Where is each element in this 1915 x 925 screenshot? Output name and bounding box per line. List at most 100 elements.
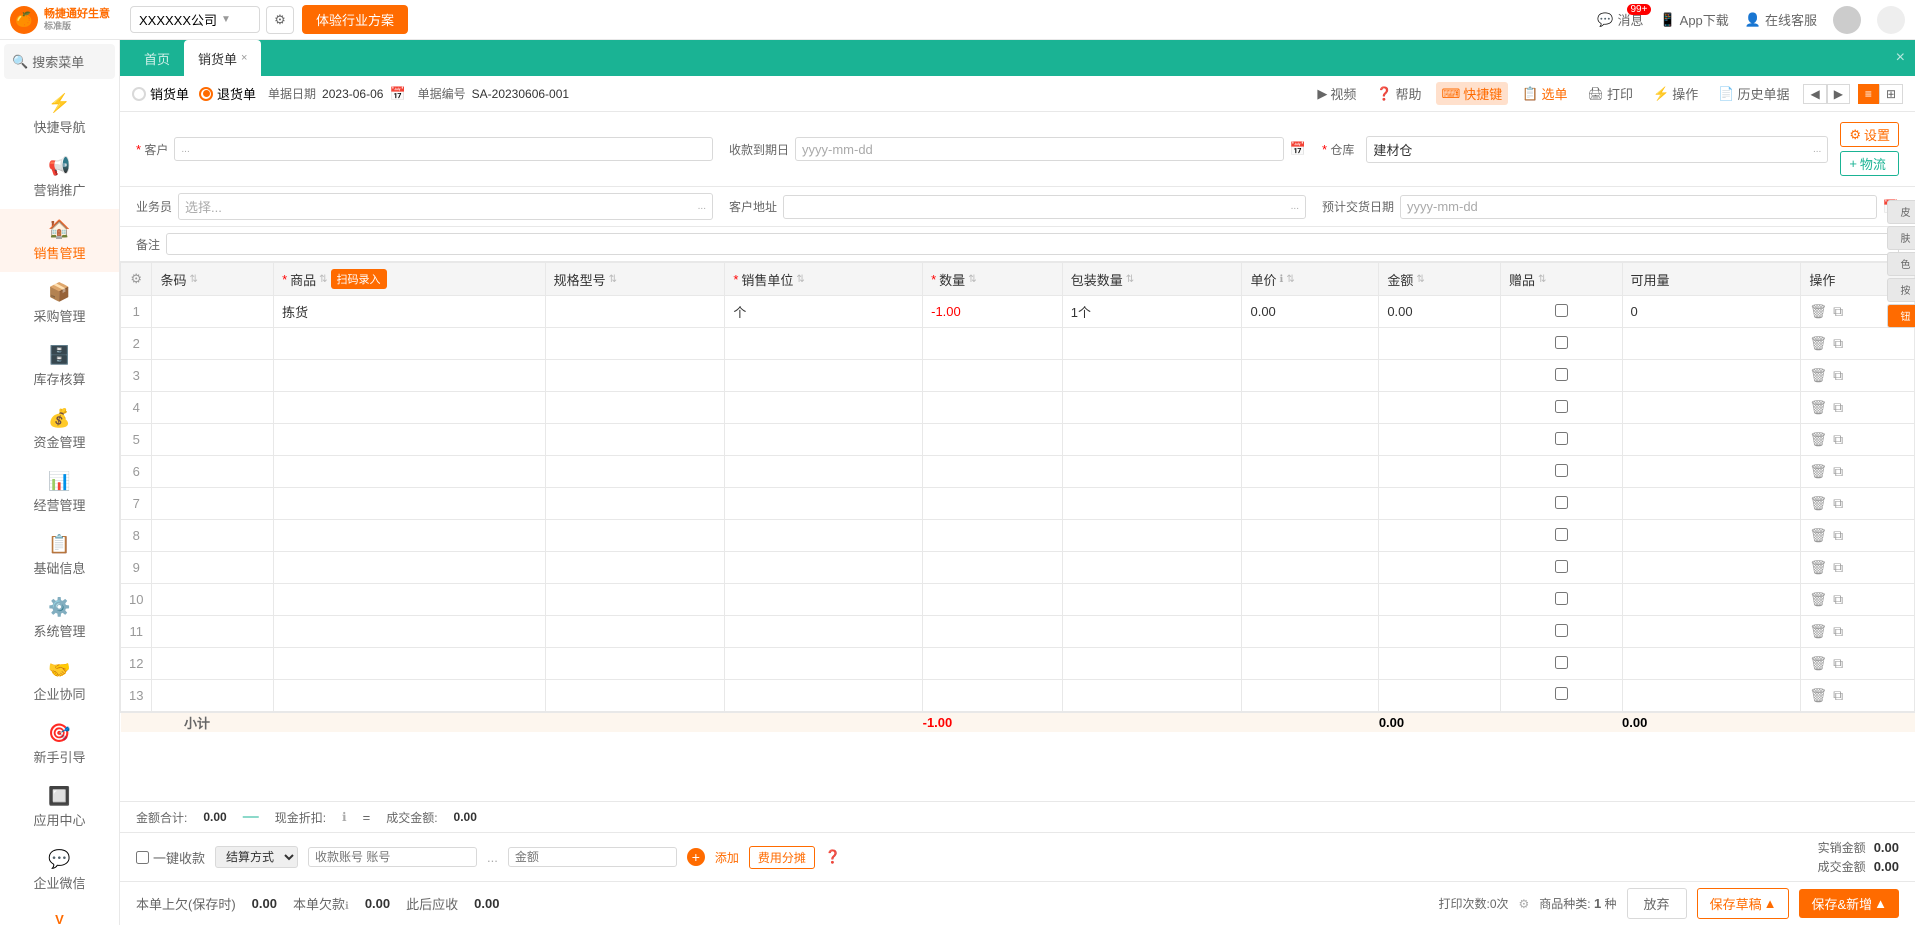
gift-checkbox[interactable] <box>1555 400 1568 413</box>
delete-icon[interactable]: 🗑 <box>1809 687 1827 704</box>
cell-spec[interactable] <box>545 488 725 520</box>
cell-product[interactable] <box>274 520 546 552</box>
float-btn-3[interactable]: 色 <box>1887 252 1915 276</box>
delete-icon[interactable]: 🗑 <box>1809 591 1827 608</box>
cell-unit[interactable] <box>725 648 923 680</box>
history-btn[interactable]: 📄 历史单据 <box>1712 82 1795 105</box>
cell-price[interactable] <box>1242 360 1379 392</box>
trial-button[interactable]: 体验行业方案 <box>302 5 408 34</box>
cell-barcode[interactable] <box>152 584 274 616</box>
col-gear[interactable]: ⚙ <box>121 263 152 296</box>
float-btn-4[interactable]: 按 <box>1887 278 1915 302</box>
gift-checkbox[interactable] <box>1555 336 1568 349</box>
cell-unit[interactable]: 个 <box>725 296 923 328</box>
gift-checkbox[interactable] <box>1555 624 1568 637</box>
cell-gift[interactable] <box>1500 456 1622 488</box>
delete-icon[interactable]: 🗑 <box>1809 527 1827 544</box>
cell-qty[interactable] <box>923 648 1063 680</box>
save-new-button[interactable]: 保存&新增 ▲ <box>1799 889 1899 918</box>
cell-barcode[interactable] <box>152 552 274 584</box>
sidebar-item-marketing[interactable]: 📢 营销推广 <box>0 146 119 209</box>
delete-icon[interactable]: 🗑 <box>1809 399 1827 416</box>
cell-unit[interactable] <box>725 552 923 584</box>
gift-checkbox[interactable] <box>1555 528 1568 541</box>
delete-icon[interactable]: 🗑 <box>1809 623 1827 640</box>
search-menu[interactable]: 🔍 搜索菜单 <box>4 44 115 79</box>
payment-method-select[interactable]: 结算方式 <box>215 846 298 868</box>
sidebar-item-system[interactable]: ⚙️ 系统管理 <box>0 587 119 650</box>
cell-spec[interactable] <box>545 360 725 392</box>
cell-pack-qty[interactable] <box>1062 616 1242 648</box>
print-settings-icon[interactable]: ⚙ <box>1519 897 1530 911</box>
sidebar-item-guide[interactable]: 🎯 新手引导 <box>0 713 119 776</box>
setting-button[interactable]: ⚙ 设置 <box>1840 122 1899 147</box>
copy-icon[interactable]: ⧉ <box>1833 687 1843 704</box>
cell-pack-qty[interactable] <box>1062 584 1242 616</box>
cell-barcode[interactable] <box>152 328 274 360</box>
copy-icon[interactable]: ⧉ <box>1833 431 1843 448</box>
cell-spec[interactable] <box>545 328 725 360</box>
copy-icon[interactable]: ⧉ <box>1833 559 1843 576</box>
cell-qty[interactable] <box>923 520 1063 552</box>
cell-qty[interactable]: -1.00 <box>923 296 1063 328</box>
delivery-date-input[interactable]: yyyy-mm-dd <box>1400 195 1877 219</box>
online-service-btn[interactable]: 👤 在线客服 <box>1745 10 1817 29</box>
sidebar-item-operations[interactable]: 📊 经营管理 <box>0 461 119 524</box>
copy-icon[interactable]: ⧉ <box>1833 367 1843 384</box>
cell-qty[interactable] <box>923 584 1063 616</box>
cell-gift[interactable] <box>1500 296 1622 328</box>
cell-spec[interactable] <box>545 456 725 488</box>
cell-gift[interactable] <box>1500 392 1622 424</box>
tab-close-icon[interactable]: × <box>241 52 247 64</box>
sidebar-item-apps[interactable]: 🔲 应用中心 <box>0 776 119 839</box>
cell-price[interactable] <box>1242 328 1379 360</box>
cell-spec[interactable] <box>545 552 725 584</box>
cell-price[interactable] <box>1242 616 1379 648</box>
radio-sales[interactable]: 销货单 <box>132 84 189 103</box>
cell-unit[interactable] <box>725 520 923 552</box>
cell-pack-qty[interactable] <box>1062 392 1242 424</box>
cell-gift[interactable] <box>1500 488 1622 520</box>
copy-icon[interactable]: ⧉ <box>1833 591 1843 608</box>
avatar[interactable] <box>1833 6 1861 34</box>
cell-amount[interactable] <box>1379 648 1501 680</box>
cell-qty[interactable] <box>923 360 1063 392</box>
radio-return[interactable]: 退货单 <box>199 84 256 103</box>
cell-unit[interactable] <box>725 424 923 456</box>
avatar-extra[interactable] <box>1877 6 1905 34</box>
cell-product[interactable] <box>274 424 546 456</box>
cell-qty[interactable] <box>923 424 1063 456</box>
cell-unit[interactable] <box>725 488 923 520</box>
cell-barcode[interactable] <box>152 520 274 552</box>
sidebar-item-sales[interactable]: 🏠 销售管理 <box>0 209 119 272</box>
cell-barcode[interactable] <box>152 648 274 680</box>
discard-button[interactable]: 放弃 <box>1627 888 1687 919</box>
cell-amount[interactable] <box>1379 680 1501 712</box>
sidebar-item-member[interactable]: V 畅会员 <box>0 902 119 925</box>
cell-qty[interactable] <box>923 456 1063 488</box>
message-btn[interactable]: 💬 消息 99+ <box>1597 10 1643 29</box>
copy-icon[interactable]: ⧉ <box>1833 623 1843 640</box>
cell-pack-qty[interactable] <box>1062 328 1242 360</box>
cell-product[interactable] <box>274 680 546 712</box>
cell-amount[interactable] <box>1379 392 1501 424</box>
company-selector[interactable]: XXXXXX公司 ▼ <box>130 6 260 33</box>
sidebar-item-inventory[interactable]: 🗄️ 库存核算 <box>0 335 119 398</box>
gift-checkbox[interactable] <box>1555 464 1568 477</box>
cell-product[interactable] <box>274 648 546 680</box>
cell-qty[interactable] <box>923 552 1063 584</box>
cell-gift[interactable] <box>1500 616 1622 648</box>
gift-checkbox[interactable] <box>1555 432 1568 445</box>
cell-unit[interactable] <box>725 392 923 424</box>
cell-price[interactable] <box>1242 488 1379 520</box>
cell-price[interactable] <box>1242 680 1379 712</box>
cell-product[interactable] <box>274 456 546 488</box>
tab-home[interactable]: 首页 <box>130 40 184 76</box>
cell-price[interactable] <box>1242 584 1379 616</box>
cell-gift[interactable] <box>1500 680 1622 712</box>
cell-amount[interactable] <box>1379 616 1501 648</box>
next-btn[interactable]: ▶ <box>1827 84 1850 104</box>
add-payment-button[interactable]: + <box>687 848 705 866</box>
float-btn-1[interactable]: 皮 <box>1887 200 1915 224</box>
cell-product[interactable] <box>274 488 546 520</box>
